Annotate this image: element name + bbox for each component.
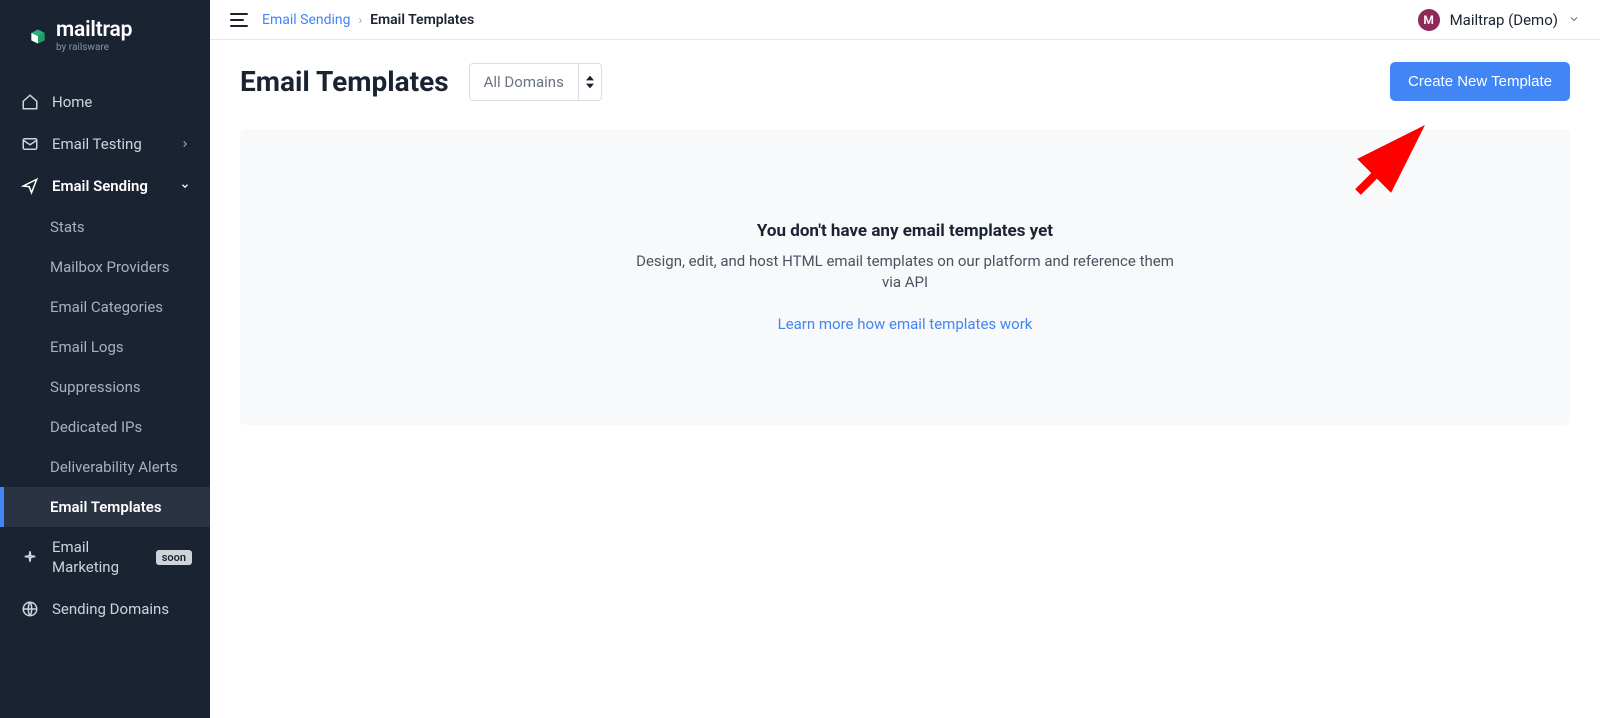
nav-email-testing[interactable]: Email Testing (0, 123, 210, 165)
empty-state: You don't have any email templates yet D… (240, 129, 1570, 425)
inbox-check-icon (20, 134, 40, 154)
empty-state-subtitle: Design, edit, and host HTML email templa… (625, 251, 1185, 293)
page-content: Email Templates All Domains Create New T… (210, 40, 1600, 447)
nav-label: Home (52, 93, 92, 111)
subnav-stats[interactable]: Stats (0, 207, 210, 247)
soon-badge: soon (156, 550, 192, 565)
nav-label-line2: Marketing (52, 558, 119, 578)
page-header: Email Templates All Domains Create New T… (240, 62, 1570, 101)
nav-label-line1: Email (52, 538, 119, 558)
subnav-email-categories[interactable]: Email Categories (0, 287, 210, 327)
empty-state-title: You don't have any email templates yet (757, 221, 1053, 241)
brand-logo[interactable]: mailtrap by railsware (0, 0, 210, 63)
nav-label: Email Testing (52, 135, 142, 153)
chevron-right-icon: › (359, 13, 363, 27)
brand-name: mailtrap (56, 20, 132, 41)
breadcrumb: Email Sending › Email Templates (262, 12, 474, 28)
domain-filter-value: All Domains (470, 64, 579, 100)
nav-label: Email Sending (52, 177, 148, 195)
breadcrumb-parent[interactable]: Email Sending (262, 12, 351, 28)
user-label: Mailtrap (Demo) (1450, 11, 1558, 29)
subnav-email-templates[interactable]: Email Templates (0, 487, 210, 527)
logo-icon (28, 27, 48, 47)
subnav-mailbox-providers[interactable]: Mailbox Providers (0, 247, 210, 287)
chevron-right-icon (178, 137, 192, 151)
learn-more-link[interactable]: Learn more how email templates work (778, 315, 1033, 333)
create-template-button[interactable]: Create New Template (1390, 62, 1570, 101)
sparkles-icon (20, 548, 40, 568)
subnav-email-logs[interactable]: Email Logs (0, 327, 210, 367)
subnav-dedicated-ips[interactable]: Dedicated IPs (0, 407, 210, 447)
paper-plane-icon (20, 176, 40, 196)
nav-email-sending[interactable]: Email Sending (0, 165, 210, 207)
nav-email-marketing[interactable]: Email Marketing soon (0, 527, 210, 588)
main-content: Email Sending › Email Templates M Mailtr… (210, 0, 1600, 718)
nav-home[interactable]: Home (0, 81, 210, 123)
subnav-email-sending: Stats Mailbox Providers Email Categories… (0, 207, 210, 527)
subnav-deliverability-alerts[interactable]: Deliverability Alerts (0, 447, 210, 487)
domain-filter[interactable]: All Domains (469, 63, 602, 101)
sidebar: mailtrap by railsware Home Email Testing… (0, 0, 210, 718)
sort-icon (579, 64, 601, 100)
user-menu[interactable]: M Mailtrap (Demo) (1418, 9, 1580, 31)
topbar: Email Sending › Email Templates M Mailtr… (210, 0, 1600, 40)
home-icon (20, 92, 40, 112)
nav-label: Sending Domains (52, 600, 169, 618)
chevron-down-icon (178, 179, 192, 193)
nav-sending-domains[interactable]: Sending Domains (0, 588, 210, 630)
globe-icon (20, 599, 40, 619)
breadcrumb-current: Email Templates (370, 12, 474, 28)
page-title: Email Templates (240, 65, 449, 98)
primary-nav: Home Email Testing Email Sending Stats M… (0, 81, 210, 630)
menu-toggle[interactable] (230, 13, 248, 27)
subnav-suppressions[interactable]: Suppressions (0, 367, 210, 407)
brand-tagline: by railsware (56, 43, 132, 53)
avatar: M (1418, 9, 1440, 31)
chevron-down-icon (1568, 10, 1580, 29)
